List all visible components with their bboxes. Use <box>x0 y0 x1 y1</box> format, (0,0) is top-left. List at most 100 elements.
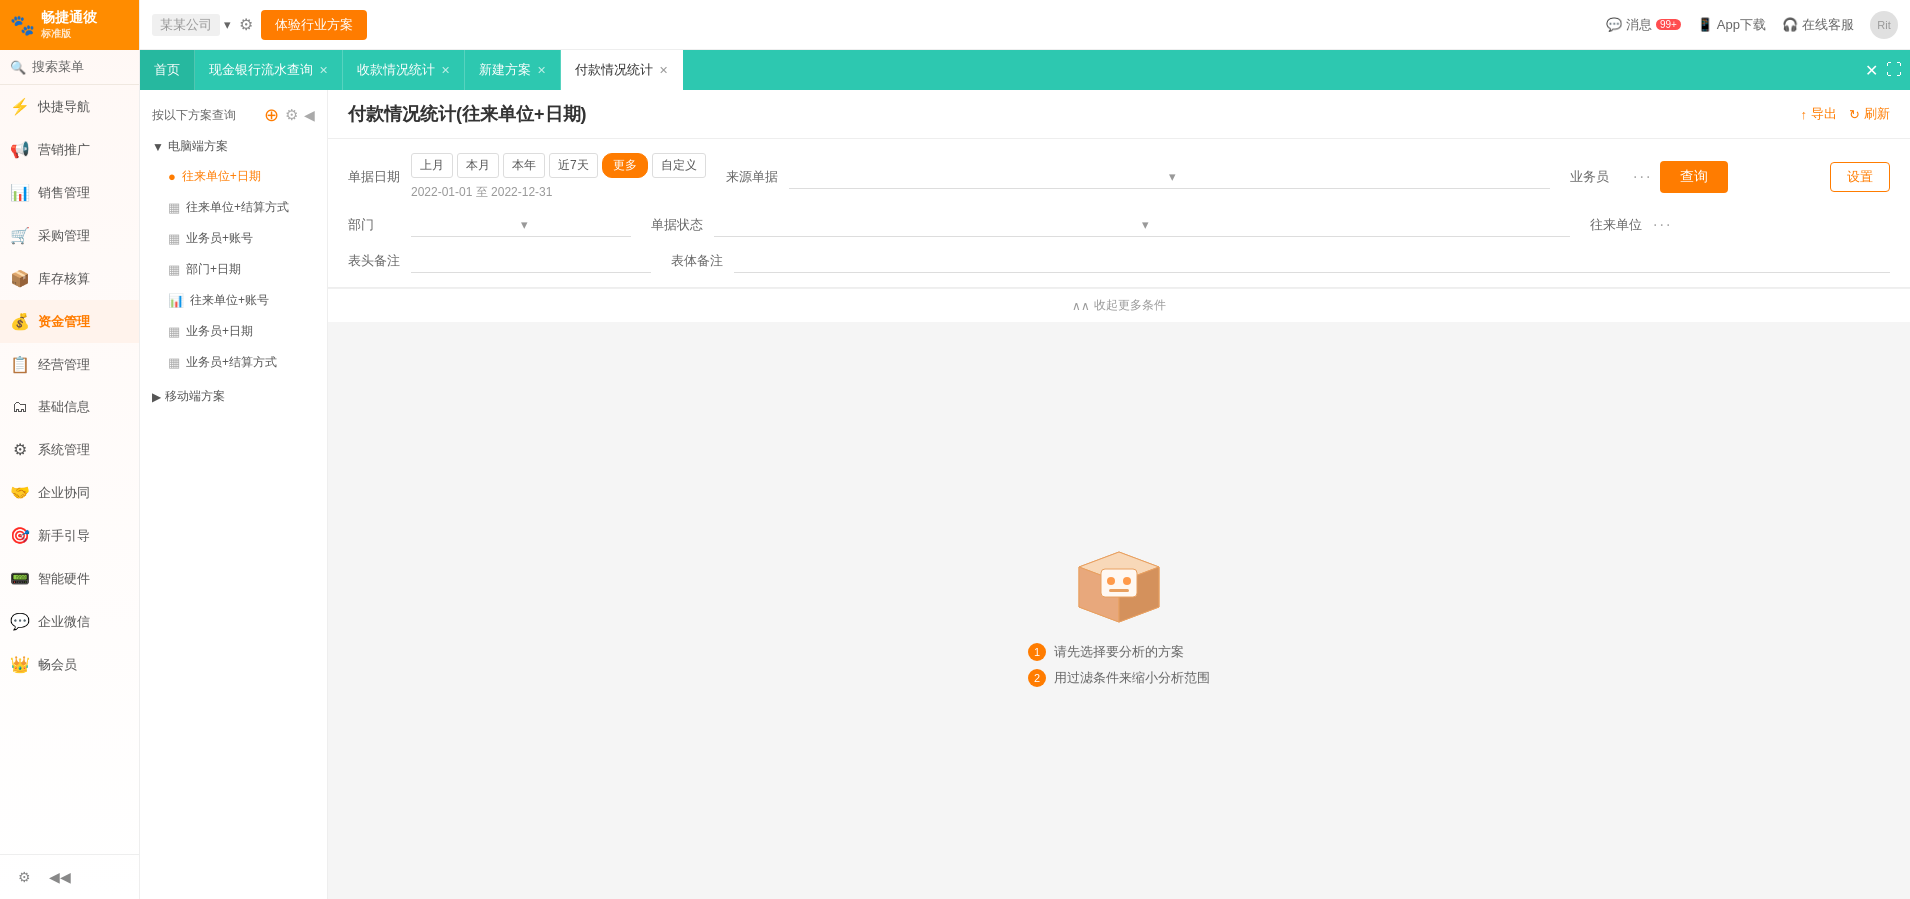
sidebar-item-label: 采购管理 <box>38 227 90 245</box>
table-body-input[interactable] <box>734 249 1890 273</box>
table-header-input[interactable] <box>411 249 651 273</box>
sidebar-item-label: 营销推广 <box>38 141 90 159</box>
source-select[interactable]: ▾ <box>789 165 1550 189</box>
wechat-icon: 💬 <box>10 612 30 631</box>
tab-new-plan-close[interactable]: ✕ <box>537 64 546 77</box>
sidebar-item-guide[interactable]: 🎯 新手引导 <box>0 514 139 557</box>
export-label: 导出 <box>1811 105 1837 123</box>
schema-item-partner-settle[interactable]: ▦ 往来单位+结算方式 <box>140 192 327 223</box>
sidebar-item-operations[interactable]: 📋 经营管理 <box>0 343 139 386</box>
table-header-filter-group: 表头备注 <box>348 249 651 273</box>
trial-button[interactable]: 体验行业方案 <box>261 10 367 40</box>
group-mobile-label: 移动端方案 <box>165 388 225 405</box>
message-button[interactable]: 💬 消息 99+ <box>1606 16 1681 34</box>
date-filter-group: 单据日期 上月 本月 本年 近7天 更多 自定义 2022-01-01 至 20… <box>348 153 706 201</box>
query-button[interactable]: 查询 <box>1660 161 1728 193</box>
export-button[interactable]: ↑ 导出 <box>1801 105 1838 123</box>
company-selector[interactable]: 某某公司 ▾ <box>152 14 231 36</box>
doc-status-arrow: ▾ <box>1142 217 1562 232</box>
sidebar-item-basic[interactable]: 🗂 基础信息 <box>0 386 139 428</box>
filter-area: 单据日期 上月 本月 本年 近7天 更多 自定义 2022-01-01 至 20… <box>328 139 1910 288</box>
doc-status-label: 单据状态 <box>651 216 706 234</box>
panel-collapse-icon[interactable]: ◀ <box>304 107 315 123</box>
doc-status-select[interactable]: ▾ <box>714 213 1570 237</box>
online-service-button[interactable]: 🎧 在线客服 <box>1782 16 1854 34</box>
tab-payment-stat[interactable]: 付款情况统计 ✕ <box>561 50 683 90</box>
sidebar-item-inventory[interactable]: 📦 库存核算 <box>0 257 139 300</box>
date-last-7days[interactable]: 近7天 <box>549 153 598 178</box>
collapse-bar[interactable]: ∧∧ 收起更多条件 <box>328 288 1910 322</box>
left-panel: 按以下方案查询 ⊕ ⚙ ◀ ▼ 电脑端方案 ● 往来单位+日期 ▦ <box>140 90 328 899</box>
filter-row-1: 单据日期 上月 本月 本年 近7天 更多 自定义 2022-01-01 至 20… <box>348 153 1890 201</box>
sidebar-item-label: 企业微信 <box>38 613 90 631</box>
refresh-button[interactable]: ↻ 刷新 <box>1849 105 1890 123</box>
tab-fullscreen-icon[interactable]: ⛶ <box>1886 61 1902 79</box>
enterprise-icon: 🤝 <box>10 483 30 502</box>
footer-settings-button[interactable]: ⚙ <box>10 863 38 891</box>
sidebar-item-purchase[interactable]: 🛒 采购管理 <box>0 214 139 257</box>
sidebar-item-marketing[interactable]: 📢 营销推广 <box>0 128 139 171</box>
date-more[interactable]: 更多 <box>602 153 648 178</box>
sidebar-item-label: 智能硬件 <box>38 570 90 588</box>
schema-item-partner-account[interactable]: 📊 往来单位+账号 <box>140 285 327 316</box>
date-this-year[interactable]: 本年 <box>503 153 545 178</box>
staff-settle-icon: ▦ <box>168 355 180 370</box>
tab-receipt[interactable]: 收款情况统计 ✕ <box>343 50 465 90</box>
tab-home[interactable]: 首页 <box>140 50 195 90</box>
logo-main: 畅捷通彼 <box>41 9 97 27</box>
sidebar-item-wechat[interactable]: 💬 企业微信 <box>0 600 139 643</box>
sidebar-item-vip[interactable]: 👑 畅会员 <box>0 643 139 686</box>
schema-item-staff-settle[interactable]: ▦ 业务员+结算方式 <box>140 347 327 378</box>
sidebar-item-enterprise[interactable]: 🤝 企业协同 <box>0 471 139 514</box>
source-label: 来源单据 <box>726 168 781 186</box>
sidebar-item-label: 资金管理 <box>38 313 90 331</box>
partner-dots[interactable]: ··· <box>1653 216 1672 234</box>
sidebar-item-shortcut[interactable]: ⚡ 快捷导航 <box>0 85 139 128</box>
schema-item-partner-date[interactable]: ● 往来单位+日期 <box>140 161 327 192</box>
schema-group-mobile-header[interactable]: ▶ 移动端方案 <box>140 382 327 411</box>
tab-cash-flow[interactable]: 现金银行流水查询 ✕ <box>195 50 343 90</box>
sidebar-item-sales[interactable]: 📊 销售管理 <box>0 171 139 214</box>
settings-button[interactable]: 设置 <box>1830 162 1890 192</box>
mobile-group-expand-icon: ▶ <box>152 390 161 404</box>
svg-rect-4 <box>1101 569 1137 597</box>
add-plan-button[interactable]: ⊕ <box>264 104 279 126</box>
tab-receipt-close[interactable]: ✕ <box>441 64 450 77</box>
plan-settings-icon[interactable]: ⚙ <box>285 106 298 124</box>
tab-payment-stat-close[interactable]: ✕ <box>659 64 668 77</box>
inventory-icon: 📦 <box>10 269 30 288</box>
main-container: 某某公司 ▾ ⚙ 体验行业方案 💬 消息 99+ 📱 App下载 🎧 在线客服 … <box>140 0 1910 899</box>
dept-select[interactable]: ▾ <box>411 213 631 237</box>
tab-close-all-icon[interactable]: ✕ <box>1865 61 1878 80</box>
sidebar-item-hardware[interactable]: 📟 智能硬件 <box>0 557 139 600</box>
schema-group-desktop-header[interactable]: ▼ 电脑端方案 <box>140 132 327 161</box>
schema-item-dept-date[interactable]: ▦ 部门+日期 <box>140 254 327 285</box>
header-settings-icon[interactable]: ⚙ <box>239 15 253 34</box>
user-avatar[interactable]: Rit <box>1870 11 1898 39</box>
page-title: 付款情况统计(往来单位+日期) <box>348 102 587 126</box>
tab-cash-flow-close[interactable]: ✕ <box>319 64 328 77</box>
schema-item-staff-date[interactable]: ▦ 业务员+日期 <box>140 316 327 347</box>
date-this-month[interactable]: 本月 <box>457 153 499 178</box>
svg-point-5 <box>1107 577 1115 585</box>
svg-rect-7 <box>1109 589 1129 592</box>
app-download-button[interactable]: 📱 App下载 <box>1697 16 1766 34</box>
partner-settle-icon: ▦ <box>168 200 180 215</box>
guide-icon: 🎯 <box>10 526 30 545</box>
tab-cash-flow-label: 现金银行流水查询 <box>209 61 313 79</box>
sidebar-item-label: 企业协同 <box>38 484 90 502</box>
left-panel-title: 按以下方案查询 <box>152 107 236 124</box>
tab-new-plan[interactable]: 新建方案 ✕ <box>465 50 561 90</box>
partner-filter-group: 往来单位 ··· <box>1590 216 1890 234</box>
tab-receipt-label: 收款情况统计 <box>357 61 435 79</box>
schema-item-staff-account[interactable]: ▦ 业务员+账号 <box>140 223 327 254</box>
date-last-month[interactable]: 上月 <box>411 153 453 178</box>
sidebar-search[interactable]: 🔍 搜索菜单 <box>0 50 139 85</box>
service-icon: 🎧 <box>1782 17 1798 32</box>
sidebar-item-capital[interactable]: 💰 资金管理 <box>0 300 139 343</box>
footer-collapse-button[interactable]: ◀◀ <box>46 863 74 891</box>
sidebar-item-system[interactable]: ⚙ 系统管理 <box>0 428 139 471</box>
date-custom[interactable]: 自定义 <box>652 153 706 178</box>
business-dots[interactable]: ··· <box>1633 168 1652 186</box>
message-icon: 💬 <box>1606 17 1622 32</box>
